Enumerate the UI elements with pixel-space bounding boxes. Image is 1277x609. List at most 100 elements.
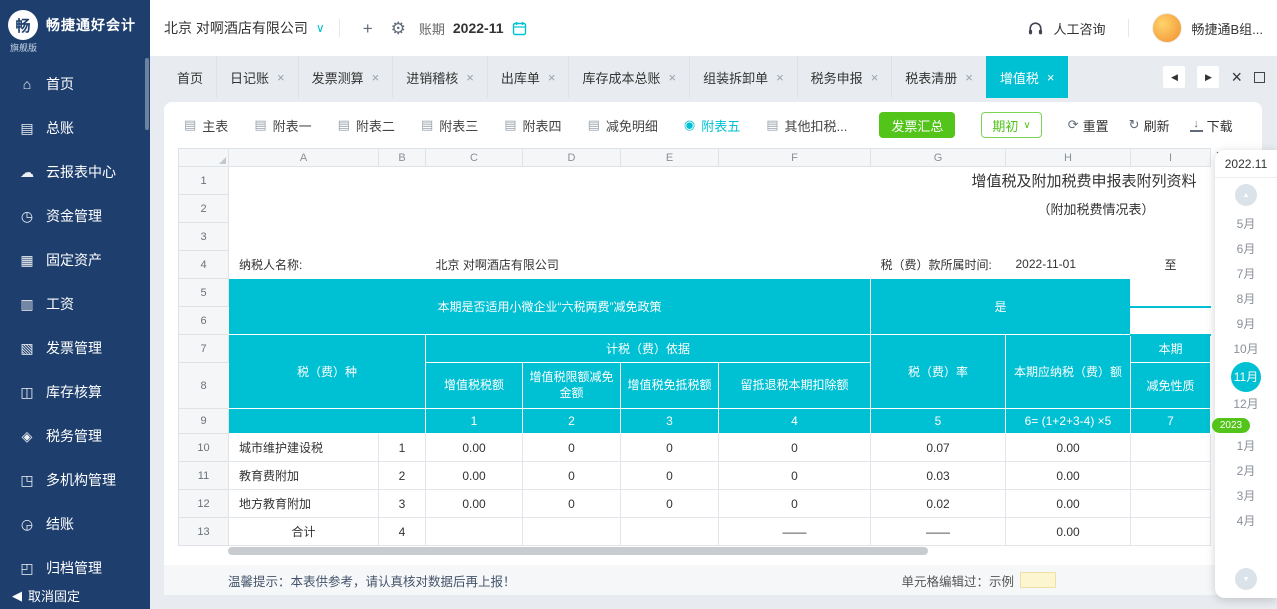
cell[interactable]	[1130, 461, 1211, 490]
tab-tax-register[interactable]: 税表清册 ×	[891, 56, 986, 98]
cell-tax-name[interactable]: 城市维护建设税	[228, 433, 379, 462]
cell[interactable]: 0.00	[1005, 517, 1131, 546]
taxpayer-value-cell[interactable]: 北京 对啊酒店有限公司	[425, 250, 719, 279]
col-header-c[interactable]: C	[425, 148, 523, 167]
fullscreen-icon[interactable]	[1254, 71, 1265, 83]
cell[interactable]	[1130, 489, 1211, 518]
tab-vat-active[interactable]: 增值税 ×	[985, 56, 1068, 98]
add-button[interactable]: +	[363, 20, 373, 37]
download-button[interactable]: ↓ 下载	[1189, 116, 1233, 135]
cell[interactable]	[522, 517, 621, 546]
month-item-september[interactable]: 9月	[1237, 312, 1256, 337]
col-header-e[interactable]: E	[620, 148, 719, 167]
month-item-may[interactable]: 5月	[1237, 212, 1256, 237]
row-number[interactable]: 4	[178, 250, 229, 279]
horizontal-scrollbar[interactable]	[228, 547, 928, 555]
month-item-april[interactable]: 4月	[1237, 509, 1256, 534]
col-header-h[interactable]: H	[1005, 148, 1131, 167]
user-menu[interactable]: 畅捷通B组...	[1191, 19, 1263, 38]
cell-tax-name[interactable]: 地方教育附加	[228, 489, 379, 518]
cell[interactable]	[228, 222, 1211, 251]
row-number[interactable]: 1	[178, 166, 229, 195]
scroll-tabs-left-button[interactable]: ◀	[1163, 66, 1186, 88]
invoice-summary-button[interactable]: 发票汇总	[879, 112, 956, 138]
chevron-down-icon[interactable]: ∨	[316, 21, 325, 35]
row-number[interactable]: 2	[178, 194, 229, 223]
tab-tax-declaration[interactable]: 税务申报 ×	[796, 56, 892, 98]
sidebar-item-home[interactable]: ⌂ 首页	[0, 62, 150, 106]
row-number[interactable]: 12	[178, 489, 229, 518]
subtab-schedule-5-active[interactable]: ◉ 附表五	[684, 116, 740, 135]
row-number[interactable]: 13	[178, 517, 229, 546]
refresh-button[interactable]: ↻ 刷新	[1129, 116, 1170, 135]
col-header-f[interactable]: F	[718, 148, 871, 167]
subtab-schedule-2[interactable]: ▤ 附表二	[338, 116, 395, 135]
row-number[interactable]: 9	[178, 408, 229, 434]
subtab-other-deduction[interactable]: ▤ 其他扣税...	[766, 116, 847, 135]
cell[interactable]	[1130, 278, 1211, 308]
month-item-october[interactable]: 10月	[1233, 337, 1258, 362]
cell[interactable]: 0.02	[870, 489, 1006, 518]
row-number[interactable]: 3	[178, 222, 229, 251]
avatar[interactable]	[1152, 13, 1183, 43]
cell[interactable]: 0.00	[1005, 433, 1131, 462]
cell[interactable]: 0.00	[425, 489, 523, 518]
sidebar-item-general-ledger[interactable]: ▤ 总账	[0, 106, 150, 150]
sidebar-item-salary[interactable]: ▥ 工资	[0, 282, 150, 326]
select-all-corner[interactable]	[178, 148, 229, 167]
row-number[interactable]: 11	[178, 461, 229, 490]
tab-journal[interactable]: 日记账 ×	[216, 56, 298, 98]
sidebar-item-funds[interactable]: ◷ 资金管理	[0, 194, 150, 238]
close-tab-icon[interactable]: ×	[1047, 71, 1055, 84]
close-tab-icon[interactable]: ×	[548, 71, 556, 84]
subtab-main-table[interactable]: ▤ 主表	[184, 116, 228, 135]
scroll-tabs-right-button[interactable]: ▶	[1197, 66, 1220, 88]
gear-icon[interactable]: ⚙	[391, 20, 406, 37]
col-header-d[interactable]: D	[522, 148, 621, 167]
cell[interactable]: 0	[718, 461, 871, 490]
sidebar-scrollbar[interactable]	[145, 58, 149, 130]
month-item-december[interactable]: 12月	[1233, 392, 1258, 417]
cell[interactable]: 0.00	[425, 461, 523, 490]
row-number[interactable]: 7	[178, 334, 229, 363]
cell[interactable]	[1130, 433, 1211, 462]
cell[interactable]: 4	[378, 517, 426, 546]
calendar-icon[interactable]	[512, 21, 527, 36]
sidebar-item-closing[interactable]: ◶ 结账	[0, 502, 150, 546]
month-item-february[interactable]: 2月	[1237, 459, 1256, 484]
cell[interactable]: 0	[522, 433, 621, 462]
cell[interactable]	[378, 250, 426, 279]
row-number[interactable]: 10	[178, 433, 229, 462]
month-item-august[interactable]: 8月	[1237, 287, 1256, 312]
sidebar-item-invoice[interactable]: ▧ 发票管理	[0, 326, 150, 370]
tax-period-start-cell[interactable]: 2022-11-01	[1005, 250, 1131, 279]
month-item-november-active[interactable]: 11月	[1231, 362, 1261, 392]
cell[interactable]: 0.07	[870, 433, 1006, 462]
tab-home[interactable]: 首页	[164, 56, 216, 98]
tab-assembly-order[interactable]: 组装拆卸单 ×	[689, 56, 797, 98]
subtab-schedule-4[interactable]: ▤ 附表四	[504, 116, 561, 135]
cell[interactable]: 0	[620, 461, 719, 490]
cell[interactable]	[425, 517, 523, 546]
cell[interactable]: 0.00	[425, 433, 523, 462]
cell-total-label[interactable]: 合计	[228, 517, 379, 546]
policy-answer-cell[interactable]: 是	[870, 278, 1131, 335]
cell[interactable]	[1130, 306, 1211, 336]
cell-tax-name[interactable]: 教育费附加	[228, 461, 379, 490]
subtab-schedule-3[interactable]: ▤ 附表三	[421, 116, 478, 135]
col-header-g[interactable]: G	[870, 148, 1006, 167]
close-all-tabs-button[interactable]: ×	[1231, 68, 1242, 86]
headset-icon[interactable]	[1027, 20, 1044, 37]
sheet-title[interactable]: 增值税及附加税费申报表附列资料	[228, 166, 1211, 195]
cell[interactable]: ——	[870, 517, 1006, 546]
row-number[interactable]: 6	[178, 306, 229, 335]
taxpayer-label-cell[interactable]: 纳税人名称:	[228, 250, 379, 279]
tab-purchase-sale-audit[interactable]: 进销稽核 ×	[392, 56, 487, 98]
opening-balance-dropdown[interactable]: 期初 ∨	[981, 112, 1042, 138]
tab-outbound-order[interactable]: 出库单 ×	[486, 56, 569, 98]
close-tab-icon[interactable]: ×	[668, 71, 676, 84]
close-tab-icon[interactable]: ×	[871, 71, 879, 84]
close-tab-icon[interactable]: ×	[372, 71, 380, 84]
month-item-january[interactable]: 1月	[1237, 434, 1256, 459]
month-item-june[interactable]: 6月	[1237, 237, 1256, 262]
